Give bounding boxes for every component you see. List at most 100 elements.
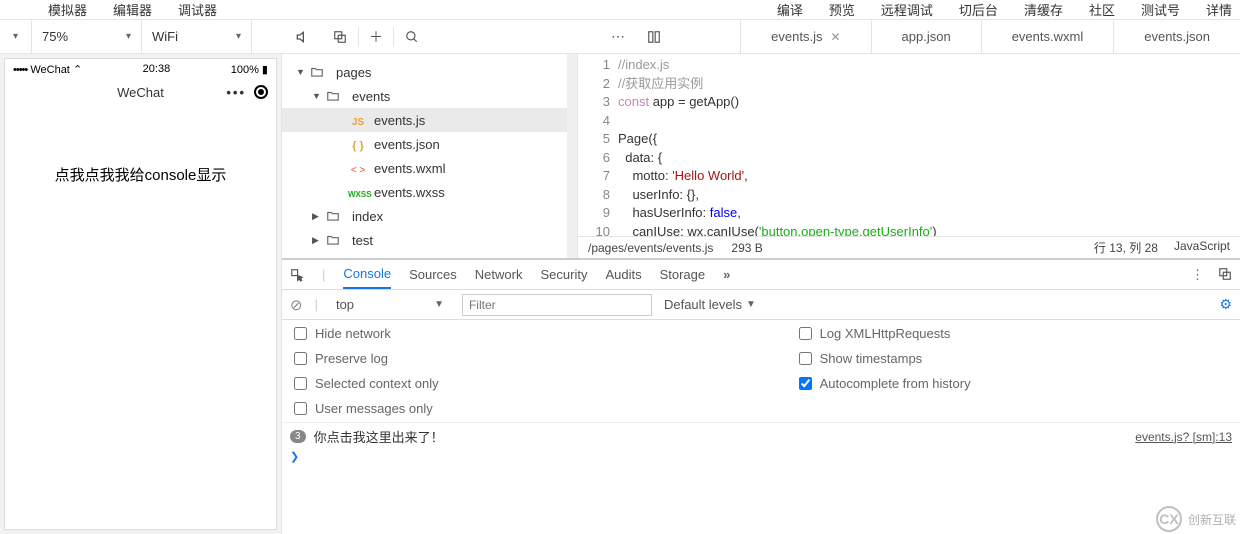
levels-select[interactable]: Default levels ▼ (664, 297, 756, 312)
tab-events-json[interactable]: events.json (1113, 20, 1240, 53)
menu-details[interactable]: 详情 (1206, 0, 1232, 19)
more-tabs-icon[interactable]: » (723, 267, 730, 282)
gear-icon[interactable]: ⚙ (1219, 296, 1232, 313)
new-tab-button[interactable]: ＋ (358, 27, 394, 47)
opt-selected-context[interactable]: Selected context only (294, 376, 439, 391)
tree-item-label: pages (336, 65, 371, 80)
tree-item-label: events.json (374, 137, 440, 152)
network-dropdown[interactable]: WiFi ▾ (142, 20, 252, 53)
console-prompt-icon[interactable]: ❯ (290, 446, 1232, 463)
opt-autocomplete[interactable]: Autocomplete from history (799, 376, 971, 391)
devtools-panel: | Console Sources Network Security Audit… (282, 259, 1240, 534)
phone-body[interactable]: 点我点我我给console显示 (5, 104, 276, 529)
file-type-icon (310, 65, 330, 79)
tree-item-label: events.wxml (374, 161, 446, 176)
tree-item-events-wxml[interactable]: < > events.wxml (282, 156, 577, 180)
file-type-icon: < > (348, 161, 368, 176)
menu-preview[interactable]: 预览 (829, 0, 855, 19)
page-text: 点我点我我给console显示 (55, 167, 227, 184)
top-menubar-right: 编译 预览 远程调试 切后台 清缓存 社区 测试号 详情 (777, 0, 1232, 19)
tree-item-events[interactable]: ▼events (282, 84, 577, 108)
chevron-down-icon: ▼ (434, 299, 444, 310)
editor-tabs: events.js ✕ app.json events.wxml events.… (740, 20, 1240, 53)
close-icon[interactable]: ✕ (830, 30, 840, 44)
tab-events-js[interactable]: events.js ✕ (740, 20, 870, 53)
log-source-link[interactable]: events.js? [sm]:13 (1135, 430, 1232, 444)
chevron-down-icon: ▾ (236, 31, 241, 42)
split-icon[interactable] (636, 30, 672, 44)
expand-icon: ▶ (312, 211, 320, 222)
devtab-console[interactable]: Console (343, 260, 391, 289)
app-title: WeChat (117, 85, 164, 100)
levels-label: Default levels (664, 297, 742, 312)
network-value: WiFi (152, 29, 178, 44)
code-lines[interactable]: //index.js//获取应用实例const app = getApp() P… (618, 54, 1240, 236)
phone-frame: ••••• WeChat ⌃ 20:38 100% ▮ WeChat ••• 点… (4, 58, 277, 530)
clear-console-icon[interactable]: ⊘ (290, 296, 303, 314)
file-path: /pages/events/events.js (588, 241, 713, 255)
menu-compile[interactable]: 编译 (777, 0, 803, 19)
log-entry: 3 你点击我这里出来了！ events.js? [sm]:13 (290, 427, 1232, 446)
file-type-icon (326, 209, 346, 223)
context-select[interactable]: top ▼ (330, 295, 450, 314)
kebab-icon[interactable]: ⋮ (1191, 267, 1204, 283)
tab-app-json[interactable]: app.json (871, 20, 981, 53)
watermark-logo-icon: CX (1156, 506, 1182, 532)
tab-label: app.json (902, 29, 951, 44)
tree-item-events-js[interactable]: JSevents.js (282, 108, 577, 132)
more-icon[interactable]: ⋯ (600, 28, 636, 45)
opt-show-timestamps[interactable]: Show timestamps (799, 351, 971, 366)
watermark: CX 创新互联 (1156, 506, 1236, 532)
file-tree[interactable]: ▼pages▼eventsJSevents.js { } events.json < … (282, 54, 578, 258)
device-select-dropdown[interactable]: ▾ (0, 20, 32, 53)
context-value: top (336, 297, 354, 312)
file-type-icon: JS (348, 113, 368, 128)
console-toolbar: ⊘ | top ▼ Default levels ▼ ⚙ (282, 290, 1240, 320)
opt-hide-network[interactable]: Hide network (294, 326, 439, 341)
search-icon[interactable] (394, 30, 430, 44)
tree-item-pages[interactable]: ▼pages (282, 60, 577, 84)
menu-debugger[interactable]: 调试器 (178, 0, 217, 19)
menu-test-account[interactable]: 测试号 (1141, 0, 1180, 19)
main-body: ••••• WeChat ⌃ 20:38 100% ▮ WeChat ••• 点… (0, 54, 1240, 534)
battery-icon: ▮ (262, 64, 268, 76)
devtab-security[interactable]: Security (540, 261, 587, 288)
capsule-menu-icon[interactable]: ••• (226, 85, 246, 100)
watermark-text: 创新互联 (1188, 511, 1236, 528)
menu-clear-cache[interactable]: 清缓存 (1024, 0, 1063, 19)
top-menubar-left: 模拟器 编辑器 调试器 (48, 0, 217, 19)
filter-input[interactable] (462, 294, 652, 316)
tree-item-events-wxss[interactable]: WXSSevents.wxss (282, 180, 577, 204)
tree-item-index[interactable]: ▶index (282, 204, 577, 228)
zoom-dropdown[interactable]: 75% ▾ (32, 20, 142, 53)
wifi-icon: ⌃ (73, 64, 82, 76)
menu-background[interactable]: 切后台 (959, 0, 998, 19)
console-log[interactable]: 3 你点击我这里出来了！ events.js? [sm]:13 ❯ (282, 423, 1240, 534)
tree-item-test[interactable]: ▶test (282, 228, 577, 252)
menu-community[interactable]: 社区 (1089, 0, 1115, 19)
file-type-icon: { } (348, 137, 368, 152)
menu-remote-debug[interactable]: 远程调试 (881, 0, 933, 19)
line-gutter: 12345678910 (578, 54, 618, 236)
tab-events-wxml[interactable]: events.wxml (981, 20, 1114, 53)
popout-icon[interactable] (322, 30, 358, 44)
opt-preserve-log[interactable]: Preserve log (294, 351, 439, 366)
menu-simulator[interactable]: 模拟器 (48, 0, 87, 19)
toolbar: ▾ 75% ▾ WiFi ▾ ＋ ⋯ events.js ✕ app.json … (0, 20, 1240, 54)
devtab-storage[interactable]: Storage (660, 261, 706, 288)
menu-editor[interactable]: 编辑器 (113, 0, 152, 19)
tree-item-events-json[interactable]: { } events.json (282, 132, 577, 156)
devtab-sources[interactable]: Sources (409, 261, 457, 288)
devtab-audits[interactable]: Audits (605, 261, 641, 288)
opt-log-xhr[interactable]: Log XMLHttpRequests (799, 326, 971, 341)
chevron-down-icon: ▼ (746, 299, 756, 310)
time-label: 20:38 (143, 63, 171, 76)
capsule-close-icon[interactable] (254, 85, 268, 99)
tab-label: events.js (771, 29, 822, 44)
divider: | (322, 267, 325, 282)
dock-icon[interactable] (1218, 267, 1232, 283)
inspect-icon[interactable] (290, 268, 304, 282)
opt-user-messages[interactable]: User messages only (294, 401, 439, 416)
devtab-network[interactable]: Network (475, 261, 523, 288)
mute-icon[interactable] (286, 29, 322, 45)
